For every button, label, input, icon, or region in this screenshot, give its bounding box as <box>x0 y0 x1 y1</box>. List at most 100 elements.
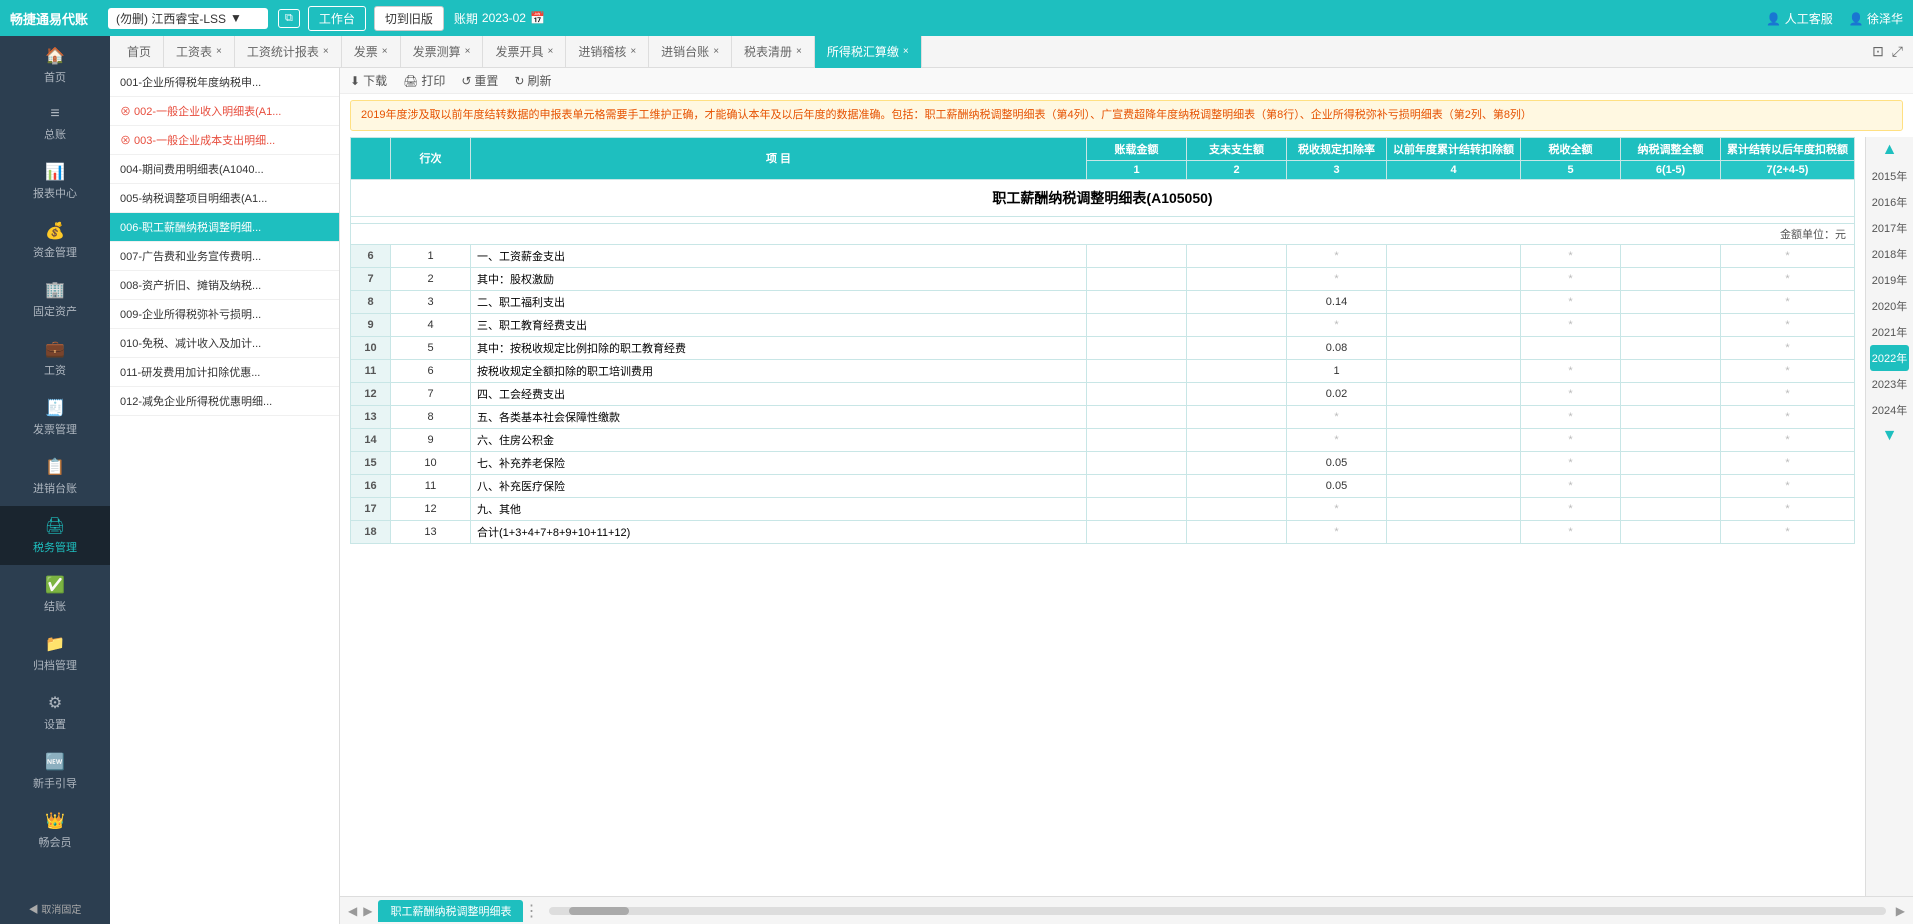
year-item[interactable]: 2024年 <box>1870 397 1909 423</box>
sheet-tab-main[interactable]: 职工薪酬纳税调整明细表 <box>378 900 523 922</box>
sidebar-item-settings[interactable]: ⚙ 设置 <box>0 683 110 742</box>
tab-income-tax-close[interactable]: × <box>903 46 909 57</box>
table-row[interactable]: 16 11 八、补充医疗保险 0.05 * * <box>351 474 1855 497</box>
table-row[interactable]: 13 8 五、各类基本社会保障性缴款 * * * <box>351 405 1855 428</box>
switch-button[interactable]: 切到旧版 <box>374 6 444 31</box>
col-d-cell[interactable] <box>1187 336 1287 359</box>
col-e-cell[interactable]: 0.05 <box>1287 474 1387 497</box>
col-g-cell[interactable]: * <box>1521 267 1621 290</box>
col-i-cell[interactable]: * <box>1721 244 1855 267</box>
col-i-cell[interactable]: * <box>1721 267 1855 290</box>
company-selector[interactable]: (勿删) 江西睿宝-LSS ▼ <box>108 8 268 29</box>
form-list-item-010[interactable]: 010-免税、减计收入及加计... <box>110 329 339 358</box>
tab-expand-btn[interactable]: ⤢ <box>1892 43 1903 60</box>
col-h-cell[interactable] <box>1621 405 1721 428</box>
sidebar-item-general-ledger[interactable]: ≡ 总账 <box>0 95 110 152</box>
col-g-cell[interactable]: * <box>1521 290 1621 313</box>
form-list-item-009[interactable]: 009-企业所得税弥补亏损明... <box>110 300 339 329</box>
tab-invoice[interactable]: 发票 × <box>342 36 401 68</box>
table-row[interactable]: 14 9 六、住房公积金 * * * <box>351 428 1855 451</box>
item-cell[interactable]: 七、补充养老保险 <box>471 451 1087 474</box>
sidebar-item-new-guide[interactable]: 🆕 新手引导 <box>0 742 110 801</box>
form-list-item-003[interactable]: ⊗ 003-一般企业成本支出明细... <box>110 126 339 155</box>
col-f-cell[interactable] <box>1387 313 1521 336</box>
col-i-cell[interactable]: * <box>1721 520 1855 543</box>
tab-invoice-calc-close[interactable]: × <box>465 46 471 57</box>
col-h-cell[interactable] <box>1621 451 1721 474</box>
col-d-cell[interactable] <box>1187 497 1287 520</box>
tab-payroll-stat[interactable]: 工资统计报表 × <box>235 36 342 68</box>
col-c-cell[interactable] <box>1087 290 1187 313</box>
col-g-cell[interactable]: * <box>1521 497 1621 520</box>
item-cell[interactable]: 合计(1+3+4+7+8+9+10+11+12) <box>471 520 1087 543</box>
sidebar-item-fixed-assets[interactable]: 🏢 固定资产 <box>0 270 110 329</box>
table-row[interactable]: 17 12 九、其他 * * * <box>351 497 1855 520</box>
tab-input-ledger[interactable]: 进销台账 × <box>649 36 732 68</box>
year-item[interactable]: 2015年 <box>1870 163 1909 189</box>
sidebar-item-settlement[interactable]: ✅ 结账 <box>0 565 110 624</box>
item-cell[interactable]: 一、工资薪金支出 <box>471 244 1087 267</box>
col-i-cell[interactable]: * <box>1721 428 1855 451</box>
item-cell[interactable]: 八、补充医疗保险 <box>471 474 1087 497</box>
col-g-cell[interactable]: * <box>1521 382 1621 405</box>
tab-payroll-close[interactable]: × <box>216 46 222 57</box>
col-i-cell[interactable]: * <box>1721 336 1855 359</box>
col-d-cell[interactable] <box>1187 451 1287 474</box>
col-g-cell[interactable]: * <box>1521 428 1621 451</box>
year-item[interactable]: 2020年 <box>1870 293 1909 319</box>
year-item[interactable]: 2022年 <box>1870 345 1909 371</box>
col-h-cell[interactable] <box>1621 520 1721 543</box>
year-item[interactable]: 2023年 <box>1870 371 1909 397</box>
table-row[interactable]: 12 7 四、工会经费支出 0.02 * * <box>351 382 1855 405</box>
reset-btn[interactable]: ↺ 重置 <box>461 72 498 89</box>
table-row[interactable]: 15 10 七、补充养老保险 0.05 * * <box>351 451 1855 474</box>
company-dropdown-icon[interactable]: ▼ <box>230 11 242 25</box>
col-h-cell[interactable] <box>1621 336 1721 359</box>
sidebar-item-home[interactable]: 🏠 首页 <box>0 36 110 95</box>
col-f-cell[interactable] <box>1387 497 1521 520</box>
year-item[interactable]: 2019年 <box>1870 267 1909 293</box>
form-list-item-011[interactable]: 011-研发费用加计扣除优惠... <box>110 358 339 387</box>
download-btn[interactable]: ⬇ 下载 <box>350 72 387 89</box>
tab-invoice-calc[interactable]: 发票测算 × <box>401 36 484 68</box>
col-f-cell[interactable] <box>1387 359 1521 382</box>
year-item[interactable]: 2016年 <box>1870 189 1909 215</box>
col-g-cell[interactable]: * <box>1521 313 1621 336</box>
col-e-cell[interactable]: 0.02 <box>1287 382 1387 405</box>
col-c-cell[interactable] <box>1087 428 1187 451</box>
col-g-cell[interactable]: * <box>1521 405 1621 428</box>
item-cell[interactable]: 四、工会经费支出 <box>471 382 1087 405</box>
col-g-cell[interactable] <box>1521 336 1621 359</box>
col-h-cell[interactable] <box>1621 428 1721 451</box>
col-c-cell[interactable] <box>1087 405 1187 428</box>
sidebar-item-member[interactable]: 👑 畅会员 <box>0 801 110 860</box>
sidebar-item-invoice-mgmt[interactable]: 🧾 发票管理 <box>0 388 110 447</box>
tab-input-verify[interactable]: 进销稽核 × <box>566 36 649 68</box>
scroll-right-btn[interactable]: ▶ <box>1896 904 1905 918</box>
table-row[interactable]: 6 1 一、工资薪金支出 * * * <box>351 244 1855 267</box>
table-row[interactable]: 8 3 二、职工福利支出 0.14 * * <box>351 290 1855 313</box>
col-f-cell[interactable] <box>1387 405 1521 428</box>
table-row[interactable]: 7 2 其中：股权激励 * * * <box>351 267 1855 290</box>
col-d-cell[interactable] <box>1187 267 1287 290</box>
form-list-item-001[interactable]: 001-企业所得税年度纳税申... <box>110 68 339 97</box>
col-h-cell[interactable] <box>1621 313 1721 336</box>
tab-payroll-stat-close[interactable]: × <box>323 46 329 57</box>
calendar-icon[interactable]: 📅 <box>530 11 545 25</box>
col-h-cell[interactable] <box>1621 497 1721 520</box>
col-e-cell[interactable]: 0.05 <box>1287 451 1387 474</box>
tab-income-tax[interactable]: 所得税汇算缴 × <box>815 36 922 68</box>
col-e-cell[interactable]: 0.08 <box>1287 336 1387 359</box>
col-d-cell[interactable] <box>1187 313 1287 336</box>
table-row[interactable]: 11 6 按税收规定全额扣除的职工培训费用 1 * * <box>351 359 1855 382</box>
col-d-cell[interactable] <box>1187 405 1287 428</box>
col-c-cell[interactable] <box>1087 474 1187 497</box>
tab-invoice-open-close[interactable]: × <box>547 46 553 57</box>
year-item[interactable]: 2017年 <box>1870 215 1909 241</box>
col-i-cell[interactable]: * <box>1721 359 1855 382</box>
col-h-cell[interactable] <box>1621 382 1721 405</box>
form-list-item-002[interactable]: ⊗ 002-一般企业收入明细表(A1... <box>110 97 339 126</box>
col-c-cell[interactable] <box>1087 336 1187 359</box>
sidebar-item-tax-mgmt[interactable]: 🖨 税务管理 <box>0 506 110 565</box>
col-g-cell[interactable]: * <box>1521 474 1621 497</box>
